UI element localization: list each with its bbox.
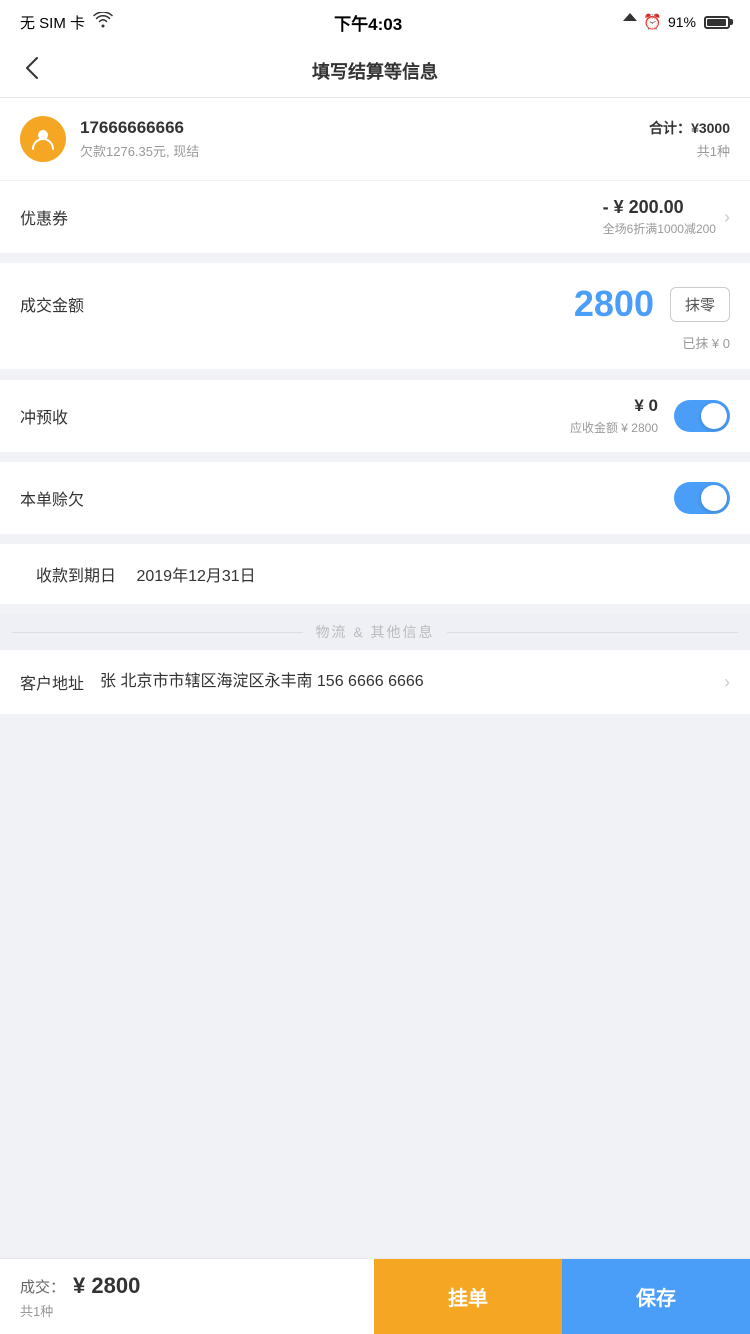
- round-button[interactable]: 抹零: [670, 287, 730, 322]
- coupon-label: 优惠券: [20, 205, 68, 229]
- avatar: [20, 116, 66, 162]
- prepay-card: 冲预收 ¥ 0 应收金额 ¥ 2800: [0, 379, 750, 452]
- duedate-row: 收款到期日 2019年12月31日: [0, 544, 750, 604]
- status-bar: 无 SIM 卡 下午4:03 ⏰ 91%: [0, 0, 750, 44]
- hang-button[interactable]: 挂单: [374, 1259, 562, 1334]
- user-phone: 17666666666: [80, 118, 199, 138]
- save-button[interactable]: 保存: [562, 1259, 750, 1334]
- deal-amount: 2800: [574, 283, 654, 325]
- coupon-desc: 全场6折满1000减200: [603, 220, 716, 237]
- status-time: 下午4:03: [334, 10, 402, 35]
- prepay-row: 冲预收 ¥ 0 应收金额 ¥ 2800: [0, 379, 750, 452]
- wifi-icon: [93, 12, 113, 32]
- coupon-row[interactable]: 优惠券 - ¥ 200.00 全场6折满1000减200 ›: [0, 180, 750, 253]
- battery-percent: 91%: [668, 14, 696, 30]
- status-left: 无 SIM 卡: [20, 12, 113, 33]
- prepay-sub: 应收金额 ¥ 2800: [570, 419, 658, 436]
- total-count: 共1种: [649, 141, 730, 160]
- bottom-deal-count: 共1种: [20, 1301, 354, 1320]
- divider-text: 物流 & 其他信息: [315, 622, 434, 642]
- total-label: 合计：¥3000: [649, 118, 730, 138]
- prepay-label: 冲预收: [20, 404, 68, 428]
- prepay-amount: ¥ 0: [570, 396, 658, 416]
- coupon-right: - ¥ 200.00 全场6折满1000减200 ›: [603, 197, 730, 237]
- prepay-amount-wrap: ¥ 0 应收金额 ¥ 2800: [570, 396, 658, 436]
- address-value: 张 北京市市辖区海淀区永丰南 156 6666 6666: [100, 670, 716, 694]
- back-button[interactable]: [18, 49, 46, 93]
- bottom-spacer: [0, 714, 750, 794]
- content: 17666666666 欠款1276.35元, 现结 合计：¥3000 共1种 …: [0, 98, 750, 794]
- prepay-right: ¥ 0 应收金额 ¥ 2800: [570, 396, 730, 436]
- coupon-info: - ¥ 200.00 全场6折满1000减200: [603, 197, 716, 237]
- coupon-discount: - ¥ 200.00: [603, 197, 716, 218]
- divider-line-left: [12, 632, 303, 633]
- user-row: 17666666666 欠款1276.35元, 现结 合计：¥3000 共1种: [0, 98, 750, 180]
- user-sub: 欠款1276.35元, 现结: [80, 141, 199, 160]
- debt-row: 本单赊欠: [0, 462, 750, 534]
- deal-label: 成交金额: [20, 292, 84, 316]
- divider-line-right: [447, 632, 738, 633]
- coupon-arrow-icon: ›: [724, 207, 730, 228]
- section-divider: 物流 & 其他信息: [0, 614, 750, 650]
- bottom-deal-amount: ¥ 2800: [73, 1273, 140, 1299]
- user-info-card: 17666666666 欠款1276.35元, 现结 合计：¥3000 共1种 …: [0, 98, 750, 253]
- bottom-deal-label: 成交：: [20, 1276, 65, 1297]
- deal-amount-wrap: 2800 抹零: [574, 283, 730, 325]
- nav-bar: 填写结算等信息: [0, 44, 750, 98]
- duedate-label: 收款到期日: [36, 568, 116, 585]
- deal-sub: 已抹 ¥ 0: [682, 336, 730, 351]
- sim-text: 无 SIM 卡: [20, 12, 85, 33]
- bottom-bar: 成交： ¥ 2800 共1种 挂单 保存: [0, 1258, 750, 1334]
- user-info: 17666666666 欠款1276.35元, 现结: [80, 118, 199, 160]
- address-label: 客户地址: [20, 670, 84, 694]
- duedate-value: 2019年12月31日: [136, 568, 255, 585]
- user-total: 合计：¥3000 共1种: [649, 118, 730, 160]
- debt-label: 本单赊欠: [20, 486, 84, 510]
- battery-icon: [704, 16, 730, 29]
- location-icon: [623, 13, 637, 32]
- bottom-summary: 成交： ¥ 2800 共1种: [0, 1273, 374, 1320]
- deal-row: 成交金额 2800 抹零: [20, 283, 730, 325]
- prepay-toggle[interactable]: [674, 400, 730, 432]
- address-row[interactable]: 客户地址 张 北京市市辖区海淀区永丰南 156 6666 6666 ›: [0, 650, 750, 714]
- user-left: 17666666666 欠款1276.35元, 现结: [20, 116, 199, 162]
- deal-section: 成交金额 2800 抹零 已抹 ¥ 0: [0, 263, 750, 369]
- alarm-icon: ⏰: [643, 13, 662, 31]
- bottom-deal-row: 成交： ¥ 2800: [20, 1273, 354, 1299]
- page-title: 填写结算等信息: [312, 58, 438, 84]
- debt-toggle[interactable]: [674, 482, 730, 514]
- toggle-knob: [701, 403, 727, 429]
- address-arrow-icon: ›: [724, 672, 730, 693]
- debt-toggle-knob: [701, 485, 727, 511]
- status-right: ⏰ 91%: [623, 13, 730, 32]
